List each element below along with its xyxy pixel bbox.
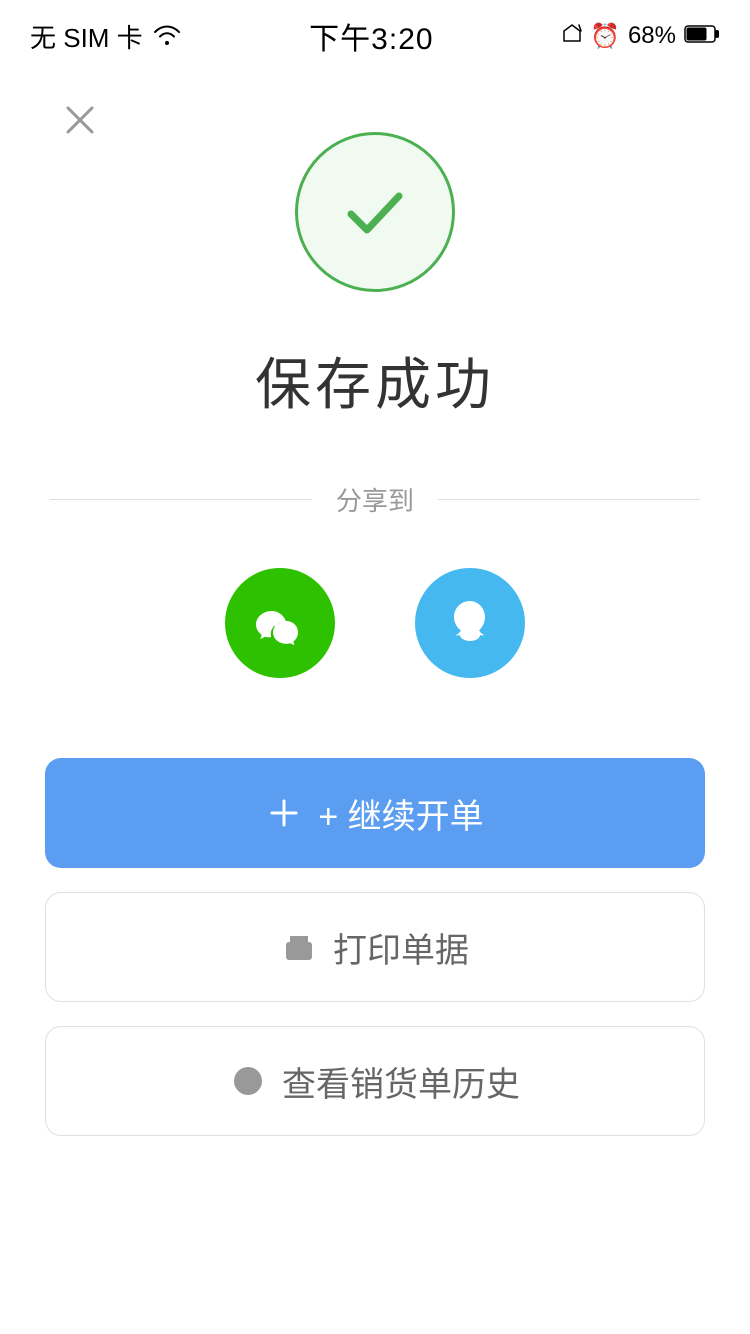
battery-percent: 68% xyxy=(628,22,676,50)
history-button[interactable]: 查看销货单历史 xyxy=(45,1026,705,1136)
continue-button-label: + 继续开单 xyxy=(318,789,483,838)
location-icon xyxy=(562,22,582,50)
no-sim-text: 无 SIM 卡 xyxy=(30,18,143,55)
success-title: 保存成功 xyxy=(255,340,495,421)
divider-line-right xyxy=(438,499,700,500)
main-content: 保存成功 分享到 xyxy=(0,72,750,1136)
status-left: 无 SIM 卡 xyxy=(30,18,181,55)
battery-icon xyxy=(684,22,720,50)
print-button[interactable]: 打印单据 xyxy=(45,892,705,1002)
close-button[interactable] xyxy=(50,90,110,150)
history-button-label: 查看销货单历史 xyxy=(282,1057,520,1106)
share-label: 分享到 xyxy=(336,481,414,518)
share-wechat-button[interactable] xyxy=(225,568,335,678)
print-button-label: 打印单据 xyxy=(333,923,469,972)
alarm-icon: ⏰ xyxy=(590,22,620,51)
status-right: ⏰ 68% xyxy=(562,22,720,51)
success-icon-circle xyxy=(295,132,455,292)
action-buttons: + 继续开单 打印单据 查看销货单历史 xyxy=(45,758,705,1136)
continue-button[interactable]: + 继续开单 xyxy=(45,758,705,868)
share-divider: 分享到 xyxy=(50,481,700,518)
share-qq-button[interactable] xyxy=(415,568,525,678)
status-bar: 无 SIM 卡 下午3:20 ⏰ 68% xyxy=(0,0,750,72)
share-icons-row xyxy=(225,568,525,678)
divider-line-left xyxy=(50,499,312,500)
status-time: 下午3:20 xyxy=(309,14,433,58)
wifi-icon xyxy=(153,21,181,52)
